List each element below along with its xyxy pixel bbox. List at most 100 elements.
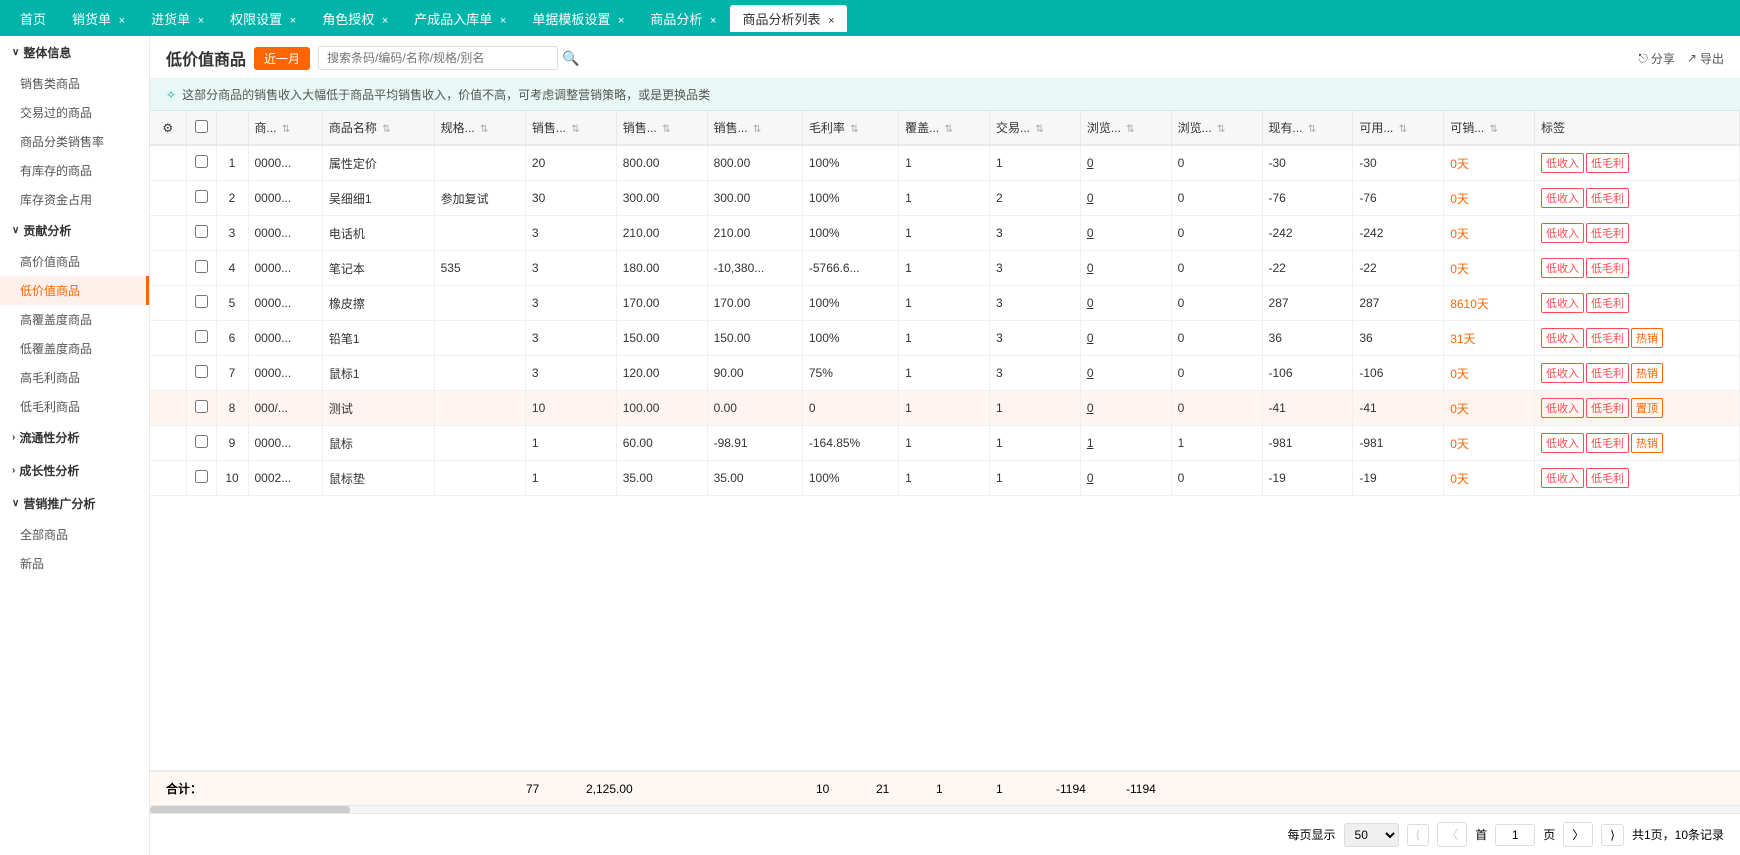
th-spec[interactable]: 规格... ⇅	[434, 111, 525, 145]
th-coverage[interactable]: 覆盖... ⇅	[899, 111, 990, 145]
page-number-input[interactable]	[1495, 824, 1535, 846]
close-icon[interactable]: ×	[618, 15, 624, 27]
th-transaction[interactable]: 交易... ⇅	[989, 111, 1080, 145]
td-view1[interactable]: 0	[1080, 181, 1171, 216]
view1-link[interactable]: 0	[1087, 471, 1094, 485]
row-checkbox[interactable]	[195, 400, 208, 413]
view1-link[interactable]: 0	[1087, 296, 1094, 310]
row-checkbox[interactable]	[195, 295, 208, 308]
sidebar-group-overall[interactable]: ∨ 整体信息	[0, 36, 149, 69]
sidebar-item-high-value[interactable]: 高价值商品	[0, 247, 149, 276]
horizontal-scrollbar[interactable]	[150, 805, 1740, 813]
sidebar-item-low-value[interactable]: 低价值商品	[0, 276, 149, 305]
sidebar-item-low-margin[interactable]: 低毛利商品	[0, 392, 149, 421]
data-table-wrapper[interactable]: ⚙ 商... ⇅ 商品名称 ⇅ 规格... ⇅ 销售... ⇅ 销售... ⇅ …	[150, 111, 1740, 770]
td-view1[interactable]: 1	[1080, 426, 1171, 461]
th-view1[interactable]: 浏览... ⇅	[1080, 111, 1171, 145]
filter-recent-month-button[interactable]: 近一月	[254, 47, 310, 70]
search-button[interactable]: 🔍	[562, 50, 579, 67]
td-view1[interactable]: 0	[1080, 286, 1171, 321]
close-icon[interactable]: ×	[382, 15, 388, 27]
td-view1[interactable]: 0	[1080, 356, 1171, 391]
nav-item-sales[interactable]: 销货单 ×	[60, 5, 137, 32]
view1-link[interactable]: 0	[1087, 226, 1094, 240]
sidebar-item-sales-products[interactable]: 销售类商品	[0, 69, 149, 98]
td-view1[interactable]: 0	[1080, 321, 1171, 356]
th-saleable[interactable]: 可销... ⇅	[1444, 111, 1535, 145]
td-checkbox[interactable]	[186, 181, 216, 216]
td-checkbox[interactable]	[186, 321, 216, 356]
view1-link[interactable]: 0	[1087, 331, 1094, 345]
th-current[interactable]: 现有... ⇅	[1262, 111, 1353, 145]
sidebar-group-growth[interactable]: › 成长性分析	[0, 454, 149, 487]
td-checkbox[interactable]	[186, 426, 216, 461]
td-checkbox[interactable]	[186, 391, 216, 426]
export-button[interactable]: ↗ 导出	[1687, 50, 1724, 67]
th-settings[interactable]: ⚙	[150, 111, 186, 145]
nav-item-product-analysis-list[interactable]: 商品分析列表 ×	[730, 5, 846, 32]
nav-item-role[interactable]: 角色授权 ×	[310, 5, 400, 32]
next-page-button[interactable]: 〉	[1563, 822, 1593, 847]
td-view1[interactable]: 0	[1080, 391, 1171, 426]
nav-item-permissions[interactable]: 权限设置 ×	[218, 5, 308, 32]
nav-item-product-inbound[interactable]: 产成品入库单 ×	[402, 5, 518, 32]
row-checkbox[interactable]	[195, 330, 208, 343]
close-icon[interactable]: ×	[119, 15, 125, 27]
close-icon[interactable]: ×	[290, 15, 296, 27]
select-all-checkbox[interactable]	[195, 120, 208, 133]
row-checkbox[interactable]	[195, 190, 208, 203]
td-checkbox[interactable]	[186, 145, 216, 181]
sidebar-item-all-products[interactable]: 全部商品	[0, 520, 149, 549]
td-view1[interactable]: 0	[1080, 216, 1171, 251]
nav-item-template[interactable]: 单据模板设置 ×	[520, 5, 636, 32]
share-button[interactable]: ⎋ 分享	[1638, 50, 1675, 67]
page-size-select[interactable]: 50 100 200	[1344, 823, 1399, 847]
view1-link[interactable]: 0	[1087, 261, 1094, 275]
nav-item-purchase[interactable]: 进货单 ×	[139, 5, 216, 32]
td-view1[interactable]: 0	[1080, 461, 1171, 496]
sidebar-group-marketing[interactable]: ∨ 营销推广分析	[0, 487, 149, 520]
view1-link[interactable]: 1	[1087, 436, 1094, 450]
row-checkbox[interactable]	[195, 155, 208, 168]
th-view2[interactable]: 浏览... ⇅	[1171, 111, 1262, 145]
sidebar-group-contribution[interactable]: ∨ 贡献分析	[0, 214, 149, 247]
row-checkbox[interactable]	[195, 260, 208, 273]
view1-link[interactable]: 0	[1087, 401, 1094, 415]
prev-page-button[interactable]: 〈	[1437, 822, 1467, 847]
close-icon[interactable]: ×	[828, 15, 834, 27]
td-view1[interactable]: 0	[1080, 145, 1171, 181]
td-checkbox[interactable]	[186, 286, 216, 321]
sidebar-item-high-margin[interactable]: 高毛利商品	[0, 363, 149, 392]
search-input[interactable]	[318, 46, 558, 70]
sidebar-group-liquidity[interactable]: › 流通性分析	[0, 421, 149, 454]
row-checkbox[interactable]	[195, 365, 208, 378]
th-gross-margin[interactable]: 毛利率 ⇅	[802, 111, 898, 145]
sidebar-item-inventory-funds[interactable]: 库存资金占用	[0, 185, 149, 214]
td-view1[interactable]: 0	[1080, 251, 1171, 286]
th-available[interactable]: 可用... ⇅	[1353, 111, 1444, 145]
th-sales-count[interactable]: 销售... ⇅	[525, 111, 616, 145]
sidebar-item-low-coverage[interactable]: 低覆盖度商品	[0, 334, 149, 363]
sidebar-item-traded-products[interactable]: 交易过的商品	[0, 98, 149, 127]
td-checkbox[interactable]	[186, 216, 216, 251]
first-page-button[interactable]: ⟨	[1407, 824, 1430, 846]
th-name[interactable]: 商品名称 ⇅	[322, 111, 434, 145]
sidebar-item-high-coverage[interactable]: 高覆盖度商品	[0, 305, 149, 334]
view1-link[interactable]: 0	[1087, 156, 1094, 170]
td-checkbox[interactable]	[186, 356, 216, 391]
th-sales-amount[interactable]: 销售... ⇅	[616, 111, 707, 145]
row-checkbox[interactable]	[195, 435, 208, 448]
nav-item-home[interactable]: 首页	[8, 5, 58, 32]
row-checkbox[interactable]	[195, 470, 208, 483]
sidebar-item-stock-products[interactable]: 有库存的商品	[0, 156, 149, 185]
view1-link[interactable]: 0	[1087, 366, 1094, 380]
sidebar-item-new-products[interactable]: 新品	[0, 549, 149, 578]
row-checkbox[interactable]	[195, 225, 208, 238]
close-icon[interactable]: ×	[198, 15, 204, 27]
close-icon[interactable]: ×	[500, 15, 506, 27]
last-page-button[interactable]: ⟩	[1601, 824, 1624, 846]
th-code[interactable]: 商... ⇅	[248, 111, 322, 145]
th-checkbox[interactable]	[186, 111, 216, 145]
close-icon[interactable]: ×	[710, 15, 716, 27]
td-checkbox[interactable]	[186, 251, 216, 286]
